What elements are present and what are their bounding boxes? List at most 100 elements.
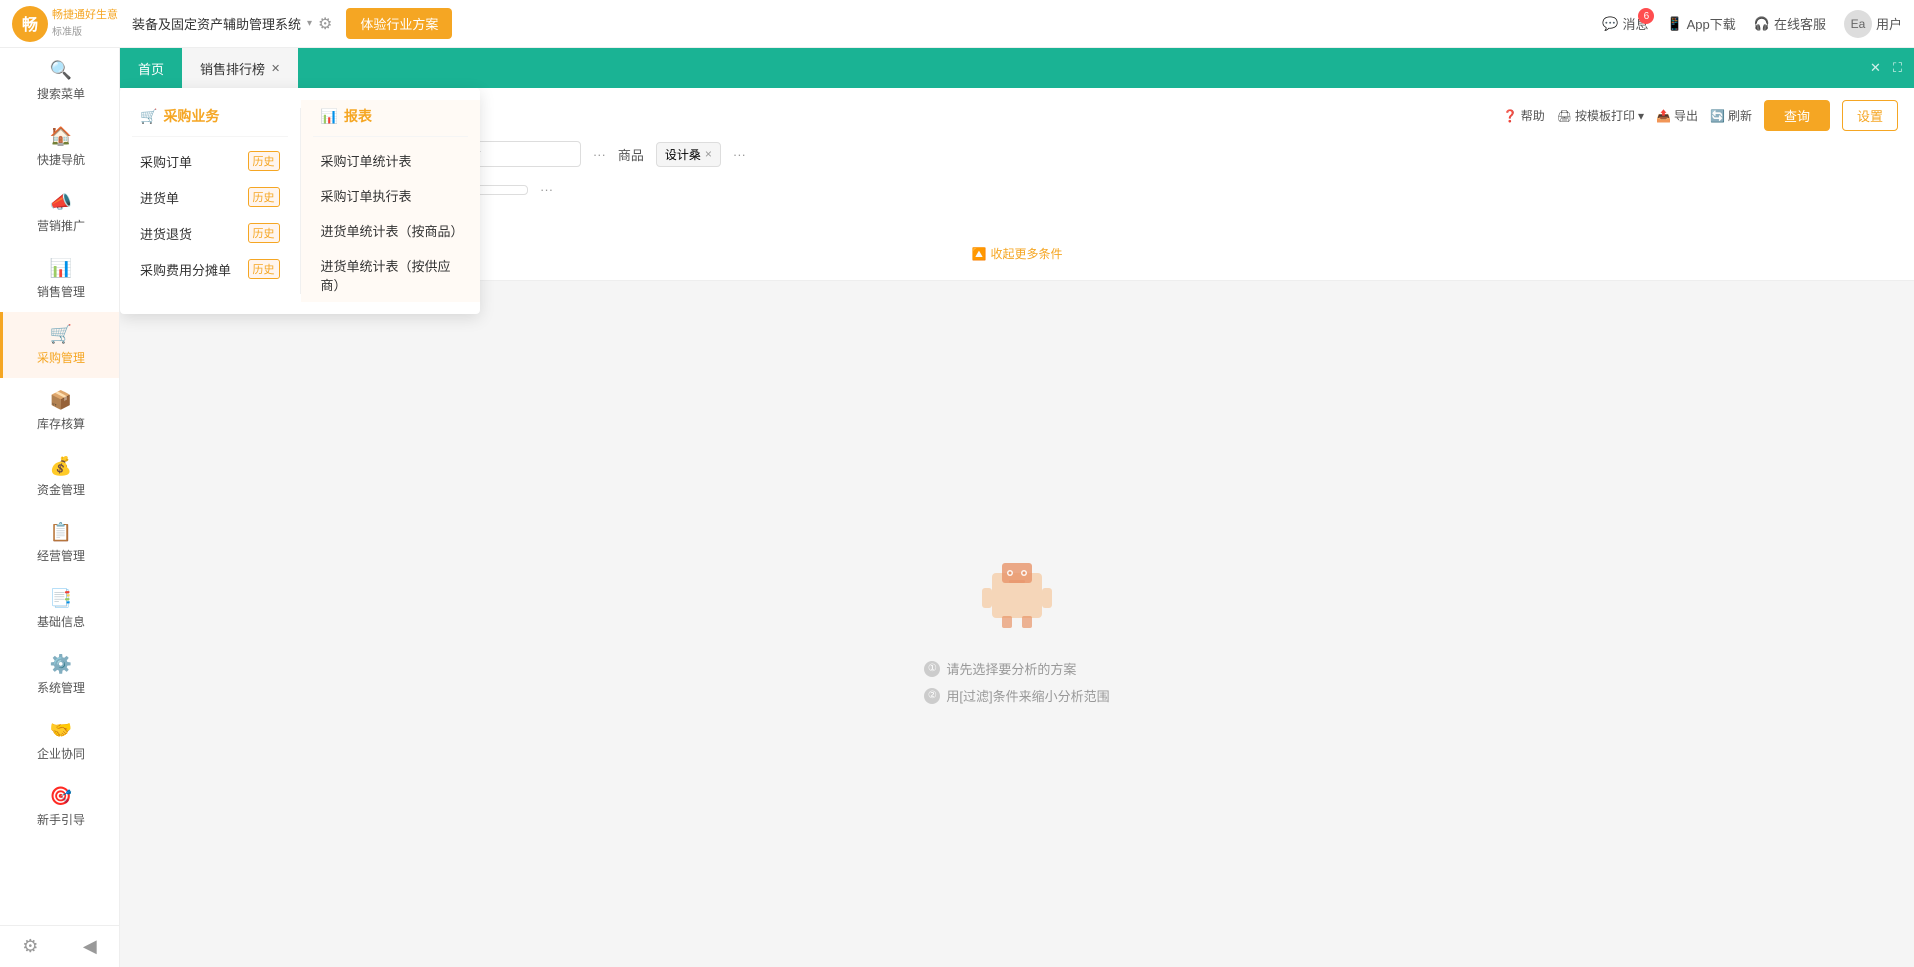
sidebar-item-label: 基础信息 — [37, 613, 85, 630]
main-layout: 🔍 搜索菜单 🏠 快捷导航 📣 营销推广 📊 销售管理 🛒 采购管理 📦 库存核… — [0, 48, 1914, 967]
sidebar-item-enterprise[interactable]: 🤝 企业协同 — [0, 708, 119, 774]
sidebar-item-inventory[interactable]: 📦 库存核算 — [0, 378, 119, 444]
purchase-icon: 🛒 — [50, 324, 72, 345]
basic-info-icon: 📑 — [50, 588, 72, 609]
business-icon: 📋 — [50, 522, 72, 543]
system-icon: ⚙️ — [50, 654, 72, 675]
goods-tag: 设计桑 × — [656, 142, 721, 167]
print-dropdown-arrow: ▾ — [1638, 109, 1644, 123]
sidebar-item-guide[interactable]: 🎯 新手引导 — [0, 774, 119, 840]
tab-sales-rank-label: 销售排行榜 — [200, 59, 265, 78]
report-col: 📊 报表 采购订单统计表 采购订单执行表 进货单统计表（按商品） 进货单统计表（… — [301, 100, 481, 302]
tab-home[interactable]: 首页 — [120, 48, 182, 88]
empty-tip-2: ② 用[过滤]条件来缩小分析范围 — [924, 686, 1109, 705]
salesperson-dots[interactable]: ··· — [540, 182, 553, 197]
dropdown-item-receive-supplier[interactable]: 进货单统计表（按供应商） — [313, 248, 469, 302]
sidebar-item-label: 新手引导 — [37, 811, 85, 828]
empty-illustration — [967, 543, 1067, 643]
empty-tip-1: ① 请先选择要分析的方案 — [924, 659, 1109, 678]
content-area: 首页 销售排行榜 ✕ ✕ ⛶ ❓ 帮助 🖨 按模板打印 — [120, 48, 1914, 967]
sidebar: 🔍 搜索菜单 🏠 快捷导航 📣 营销推广 📊 销售管理 🛒 采购管理 📦 库存核… — [0, 48, 120, 967]
message-icon: 💬 — [1602, 16, 1618, 32]
report-col-title: 📊 报表 — [313, 100, 469, 137]
app-download-button[interactable]: 📱 App下载 — [1666, 14, 1735, 33]
avatar: Ea — [1844, 10, 1872, 38]
export-icon: 📤 — [1656, 109, 1671, 123]
guide-icon: 🎯 — [50, 786, 72, 807]
industry-button[interactable]: 体验行业方案 — [346, 8, 452, 39]
dropdown-item-order-exec[interactable]: 采购订单执行表 — [313, 178, 469, 213]
sidebar-item-label: 系统管理 — [37, 679, 85, 696]
sidebar-item-quick-nav[interactable]: 🏠 快捷导航 — [0, 114, 119, 180]
phone-icon: 📱 — [1666, 16, 1682, 32]
system-dropdown-arrow[interactable]: ▾ — [307, 18, 312, 29]
logo-sub: 标准版 — [52, 23, 118, 38]
goods-tag-close[interactable]: × — [705, 147, 712, 161]
set-button[interactable]: 设置 — [1842, 100, 1898, 131]
template-print-button[interactable]: 🖨 按模板打印 ▾ — [1557, 107, 1644, 124]
tab-bar: 首页 销售排行榜 ✕ ✕ ⛶ — [120, 48, 1914, 88]
sidebar-item-label: 搜索菜单 — [37, 85, 85, 102]
dropdown-item-order-stat[interactable]: 采购订单统计表 — [313, 143, 469, 178]
history-badge-expense: 历史 — [248, 259, 280, 279]
sidebar-item-system[interactable]: ⚙️ 系统管理 — [0, 642, 119, 708]
dropdown-item-purchase-return[interactable]: 进货退货 历史 — [132, 215, 288, 251]
tip-text-2: 用[过滤]条件来缩小分析范围 — [946, 686, 1109, 705]
tip-num-1: ① — [924, 661, 940, 677]
capital-icon: 💰 — [50, 456, 72, 477]
sidebar-item-search[interactable]: 🔍 搜索菜单 — [0, 48, 119, 114]
sidebar-item-capital[interactable]: 💰 资金管理 — [0, 444, 119, 510]
sidebar-settings-button[interactable]: ⚙ — [22, 936, 38, 957]
goods-dots[interactable]: ··· — [733, 147, 746, 162]
purchase-col-icon: 🛒 — [140, 108, 157, 125]
search-icon: 🔍 — [50, 60, 72, 81]
tab-maximize-icon[interactable]: ⛶ — [1893, 60, 1902, 76]
settings-icon[interactable]: ⚙ — [318, 14, 332, 34]
report-col-icon: 📊 — [321, 108, 338, 125]
export-button[interactable]: 📤 导出 — [1656, 107, 1698, 124]
top-header: 畅 畅捷通好生意 标准版 装备及固定资产辅助管理系统 ▾ ⚙ 体验行业方案 💬 … — [0, 0, 1914, 48]
goods-tag-value: 设计桑 — [665, 146, 701, 163]
marketing-icon: 📣 — [50, 192, 72, 213]
collapse-up-icon: 🔼 — [972, 247, 987, 261]
tab-close-window-icon[interactable]: ✕ — [1870, 60, 1881, 76]
sidebar-collapse-button[interactable]: ◀ — [83, 936, 97, 957]
query-button[interactable]: 查询 — [1764, 100, 1830, 131]
document-status-dots[interactable]: ··· — [593, 147, 606, 162]
sidebar-item-business[interactable]: 📋 经营管理 — [0, 510, 119, 576]
purchase-col: 🛒 采购业务 采购订单 历史 进货单 历史 进货退货 历史 采购费用分摊单 — [120, 100, 300, 302]
tip-text-1: 请先选择要分析的方案 — [946, 659, 1076, 678]
history-badge-purchase-order: 历史 — [248, 151, 280, 171]
tab-sales-rank[interactable]: 销售排行榜 ✕ — [182, 48, 298, 88]
header-right: 💬 消息 6 📱 App下载 🎧 在线客服 Ea 用户 — [1602, 10, 1902, 38]
message-button[interactable]: 💬 消息 6 — [1602, 14, 1648, 33]
dropdown-item-purchase-receive[interactable]: 进货单 历史 — [132, 179, 288, 215]
online-service-button[interactable]: 🎧 在线客服 — [1754, 14, 1826, 33]
sidebar-bottom: ⚙ ◀ — [0, 925, 119, 967]
goods-label: 商品 — [618, 145, 644, 164]
sidebar-item-basic-info[interactable]: 📑 基础信息 — [0, 576, 119, 642]
logo-area: 畅 畅捷通好生意 标准版 — [12, 6, 132, 42]
user-button[interactable]: Ea 用户 — [1844, 10, 1902, 38]
logo-text: 畅捷通好生意 — [52, 9, 118, 22]
empty-tips: ① 请先选择要分析的方案 ② 用[过滤]条件来缩小分析范围 — [924, 659, 1109, 705]
empty-state: ① 请先选择要分析的方案 ② 用[过滤]条件来缩小分析范围 — [120, 281, 1914, 967]
tab-right-icons: ✕ ⛶ — [1870, 60, 1914, 76]
tab-close-icon[interactable]: ✕ — [271, 62, 280, 75]
history-badge-receive: 历史 — [248, 187, 280, 207]
dropdown-item-purchase-expense[interactable]: 采购费用分摊单 历史 — [132, 251, 288, 287]
refresh-button[interactable]: 🔄 刷新 — [1710, 107, 1752, 124]
sidebar-item-marketing[interactable]: 📣 营销推广 — [0, 180, 119, 246]
refresh-icon: 🔄 — [1710, 109, 1725, 123]
message-badge: 6 — [1638, 8, 1654, 24]
dropdown-item-purchase-order[interactable]: 采购订单 历史 — [132, 143, 288, 179]
help-button[interactable]: ❓ 帮助 — [1503, 107, 1545, 124]
logo-icon: 畅 — [12, 6, 48, 42]
system-name: 装备及固定资产辅助管理系统 — [132, 14, 301, 33]
sidebar-item-label: 经营管理 — [37, 547, 85, 564]
sidebar-item-purchase[interactable]: 🛒 采购管理 — [0, 312, 119, 378]
sidebar-item-sales[interactable]: 📊 销售管理 — [0, 246, 119, 312]
purchase-col-title: 🛒 采购业务 — [132, 100, 288, 137]
sidebar-item-label: 采购管理 — [37, 349, 85, 366]
dropdown-item-receive-goods[interactable]: 进货单统计表（按商品） — [313, 213, 469, 248]
